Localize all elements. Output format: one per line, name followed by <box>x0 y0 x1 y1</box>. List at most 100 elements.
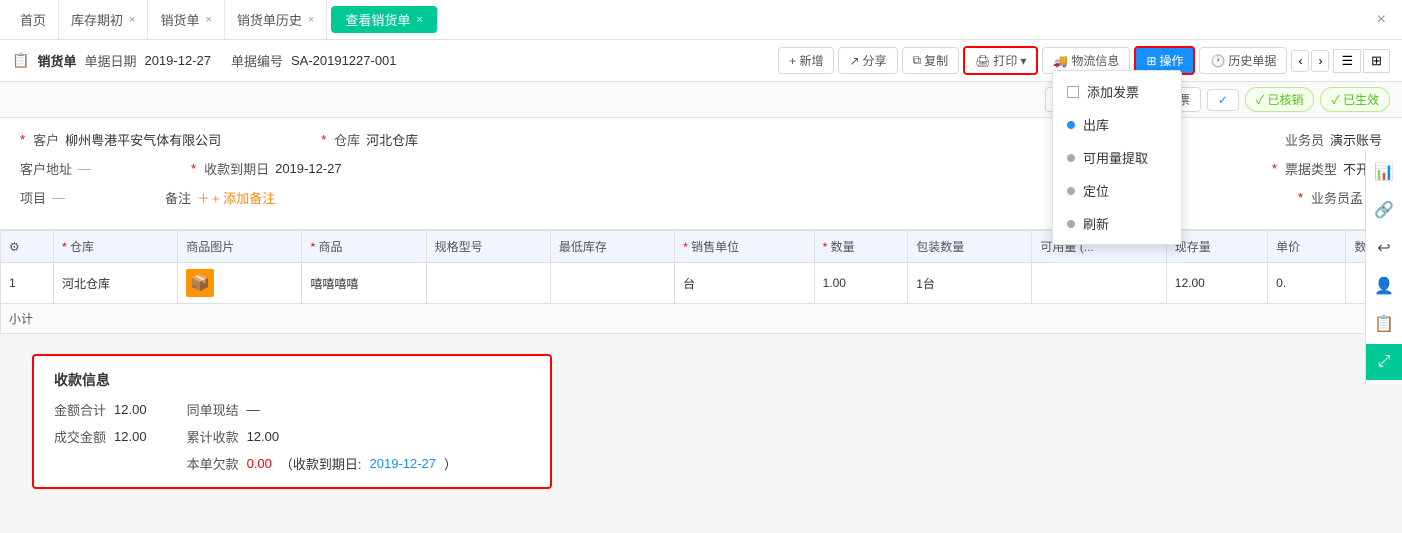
copy-icon: ⧉ <box>913 53 922 68</box>
menu-available-qty[interactable]: 可用量提取 <box>1053 141 1181 174</box>
right-icon-link[interactable]: 🔗 <box>1366 192 1402 228</box>
prev-button[interactable]: ‹ <box>1291 50 1309 72</box>
payment-section: 收款信息 金额合计 12.00 成交金额 12.00 同单现结 — <box>0 334 1402 509</box>
secondary-bar: 来自手机 未开票 ✓ ✓ 已核销 ✓ 已生效 <box>0 82 1402 118</box>
right-icon-undo[interactable]: ↩ <box>1366 230 1402 266</box>
row-no: 1 <box>1 263 54 304</box>
view-grid-button[interactable]: ⊞ <box>1363 49 1390 73</box>
check-button[interactable]: ✓ <box>1207 89 1239 111</box>
share-button[interactable]: ↗ 分享 <box>838 47 897 74</box>
ops-icon: ⊞ <box>1146 54 1156 68</box>
payment-rows: 金额合计 12.00 成交金额 12.00 同单现结 — 累计收款 <box>54 400 530 473</box>
tab-sales-history-close[interactable]: × <box>308 14 314 26</box>
row-product: 嘻嘻嘻嘻 <box>302 263 426 304</box>
warehouse-field: * 仓库 河北仓库 <box>321 130 418 149</box>
locate-dot <box>1067 187 1075 195</box>
customer-field: * 客户 柳州粤港平安气体有限公司 <box>20 130 221 149</box>
date-value: 2019-12-27 <box>144 53 211 68</box>
copy-button[interactable]: ⧉ 复制 <box>902 47 960 74</box>
number-value: SA-20191227-001 <box>291 53 397 68</box>
tab-view-sales-close[interactable]: × <box>416 14 422 26</box>
tab-bar: 首页 库存期初 × 销货单 × 销货单历史 × 查看销货单 × × <box>0 0 1402 40</box>
right-icon-chart[interactable]: 📊 <box>1366 154 1402 190</box>
current-due-item: 本单欠款 0.00 （收款到期日: 2019-12-27 ） <box>187 454 457 473</box>
print-icon: 🖨 <box>975 54 990 68</box>
history-button[interactable]: 🕐 历史单据 <box>1199 47 1287 74</box>
row-min-stock <box>550 263 674 304</box>
address-field: 客户地址 — <box>20 159 91 178</box>
col-warehouse: * 仓库 <box>54 231 178 263</box>
col-product-img: 商品图片 <box>178 231 302 263</box>
same-settlement-item: 同单现结 — <box>187 400 457 419</box>
right-icon-expand[interactable]: ⤢ <box>1366 344 1402 380</box>
col-unit-price: 单价 <box>1268 231 1346 263</box>
project-field: 项目 — <box>20 188 65 207</box>
row-spec <box>426 263 550 304</box>
row-warehouse: 河北仓库 <box>54 263 178 304</box>
payment-box: 收款信息 金额合计 12.00 成交金额 12.00 同单现结 — <box>32 354 552 489</box>
cumulative-item: 累计收款 12.00 <box>187 427 457 446</box>
view-toggle: ☰ ⊞ <box>1333 49 1390 73</box>
refresh-dot <box>1067 220 1075 228</box>
total-amount-item: 金额合计 12.00 <box>54 400 147 419</box>
payment-col-2: 同单现结 — 累计收款 12.00 本单欠款 0.00 （收款到期日: 2019… <box>187 400 457 473</box>
main-toolbar: 📋 销货单 单据日期 2019-12-27 单据编号 SA-20191227-0… <box>0 40 1402 82</box>
right-icon-clipboard[interactable]: 📋 <box>1366 306 1402 342</box>
right-icon-user[interactable]: 👤 <box>1366 268 1402 304</box>
row-product-img: 📦 <box>178 263 302 304</box>
history-icon: 🕐 <box>1210 54 1225 68</box>
check-icon: ✓ <box>1218 93 1228 107</box>
tab-sales-order-close[interactable]: × <box>205 14 211 26</box>
menu-add-invoice[interactable]: 添加发票 <box>1053 75 1181 108</box>
view-list-button[interactable]: ☰ <box>1333 49 1361 73</box>
plus-icon: ＋ <box>197 188 210 207</box>
product-img-icon: 📦 <box>190 273 210 293</box>
menu-outbound[interactable]: 出库 <box>1053 108 1181 141</box>
window-close-button[interactable]: × <box>1369 11 1394 29</box>
effective-button[interactable]: ✓ 已生效 <box>1320 87 1390 112</box>
staff-field: 业务员 演示账号 <box>1285 130 1382 149</box>
tab-view-sales[interactable]: 查看销货单 × <box>331 6 437 33</box>
tab-inventory-init-close[interactable]: × <box>129 14 135 26</box>
operations-dropdown: 添加发票 出库 可用量提取 定位 刷新 <box>1052 70 1182 245</box>
col-settings[interactable]: ⚙ <box>1 231 54 263</box>
tab-home[interactable]: 首页 <box>8 0 59 39</box>
tab-inventory-init[interactable]: 库存期初 × <box>59 0 148 39</box>
due-date-field: * 收款到期日 2019-12-27 <box>191 159 342 178</box>
menu-locate[interactable]: 定位 <box>1053 174 1181 207</box>
row-unit-price: 0. <box>1268 263 1346 304</box>
row-current-stock: 12.00 <box>1166 263 1267 304</box>
col-pack-qty: 包装数量 <box>908 231 1032 263</box>
available-qty-dot <box>1067 154 1075 162</box>
payment-col-1: 金额合计 12.00 成交金额 12.00 <box>54 400 147 473</box>
col-min-stock: 最低库存 <box>550 231 674 263</box>
row-qty: 1.00 <box>814 263 908 304</box>
right-icons-panel: 📊 🔗 ↩ 👤 📋 ⤢ <box>1365 150 1402 384</box>
row-available <box>1032 263 1166 304</box>
print-button[interactable]: 🖨 打印 ▾ <box>963 46 1038 75</box>
checked-button[interactable]: ✓ 已核销 <box>1245 87 1315 112</box>
number-label: 单据编号 <box>231 51 283 70</box>
doc-info: 📋 销货单 单据日期 2019-12-27 单据编号 SA-20191227-0… <box>12 51 409 70</box>
table-body: 1 河北仓库 📦 嘻嘻嘻嘻 台 1.00 1台 12.00 0. <box>1 263 1402 334</box>
data-table: ⚙ * 仓库 商品图片 * 商品 规格型号 最低库存 * 销售单位 * 数量 包… <box>0 230 1402 334</box>
col-product: * 商品 <box>302 231 426 263</box>
product-image: 📦 <box>186 269 214 297</box>
col-qty: * 数量 <box>814 231 908 263</box>
form-area: * 客户 柳州粤港平安气体有限公司 * 仓库 河北仓库 业务员 演示账号 客户地… <box>0 118 1402 230</box>
new-button[interactable]: + 新增 <box>778 47 834 74</box>
doc-icon: 📋 <box>12 52 29 69</box>
add-note-button[interactable]: ＋ + 添加备注 <box>197 188 275 207</box>
print-dropdown-icon: ▾ <box>1020 54 1026 68</box>
col-unit: * 销售单位 <box>675 231 815 263</box>
next-button[interactable]: › <box>1311 50 1329 72</box>
share-icon: ↗ <box>849 54 859 68</box>
invoice-checkbox <box>1067 86 1079 98</box>
row-pack-qty: 1台 <box>908 263 1032 304</box>
payment-title: 收款信息 <box>54 370 530 390</box>
menu-refresh[interactable]: 刷新 <box>1053 207 1181 240</box>
tab-sales-order[interactable]: 销货单 × <box>148 0 224 39</box>
data-table-wrapper: ⚙ * 仓库 商品图片 * 商品 规格型号 最低库存 * 销售单位 * 数量 包… <box>0 230 1402 334</box>
tab-sales-history[interactable]: 销货单历史 × <box>225 0 327 39</box>
note-field: 备注 ＋ + 添加备注 <box>165 188 275 207</box>
